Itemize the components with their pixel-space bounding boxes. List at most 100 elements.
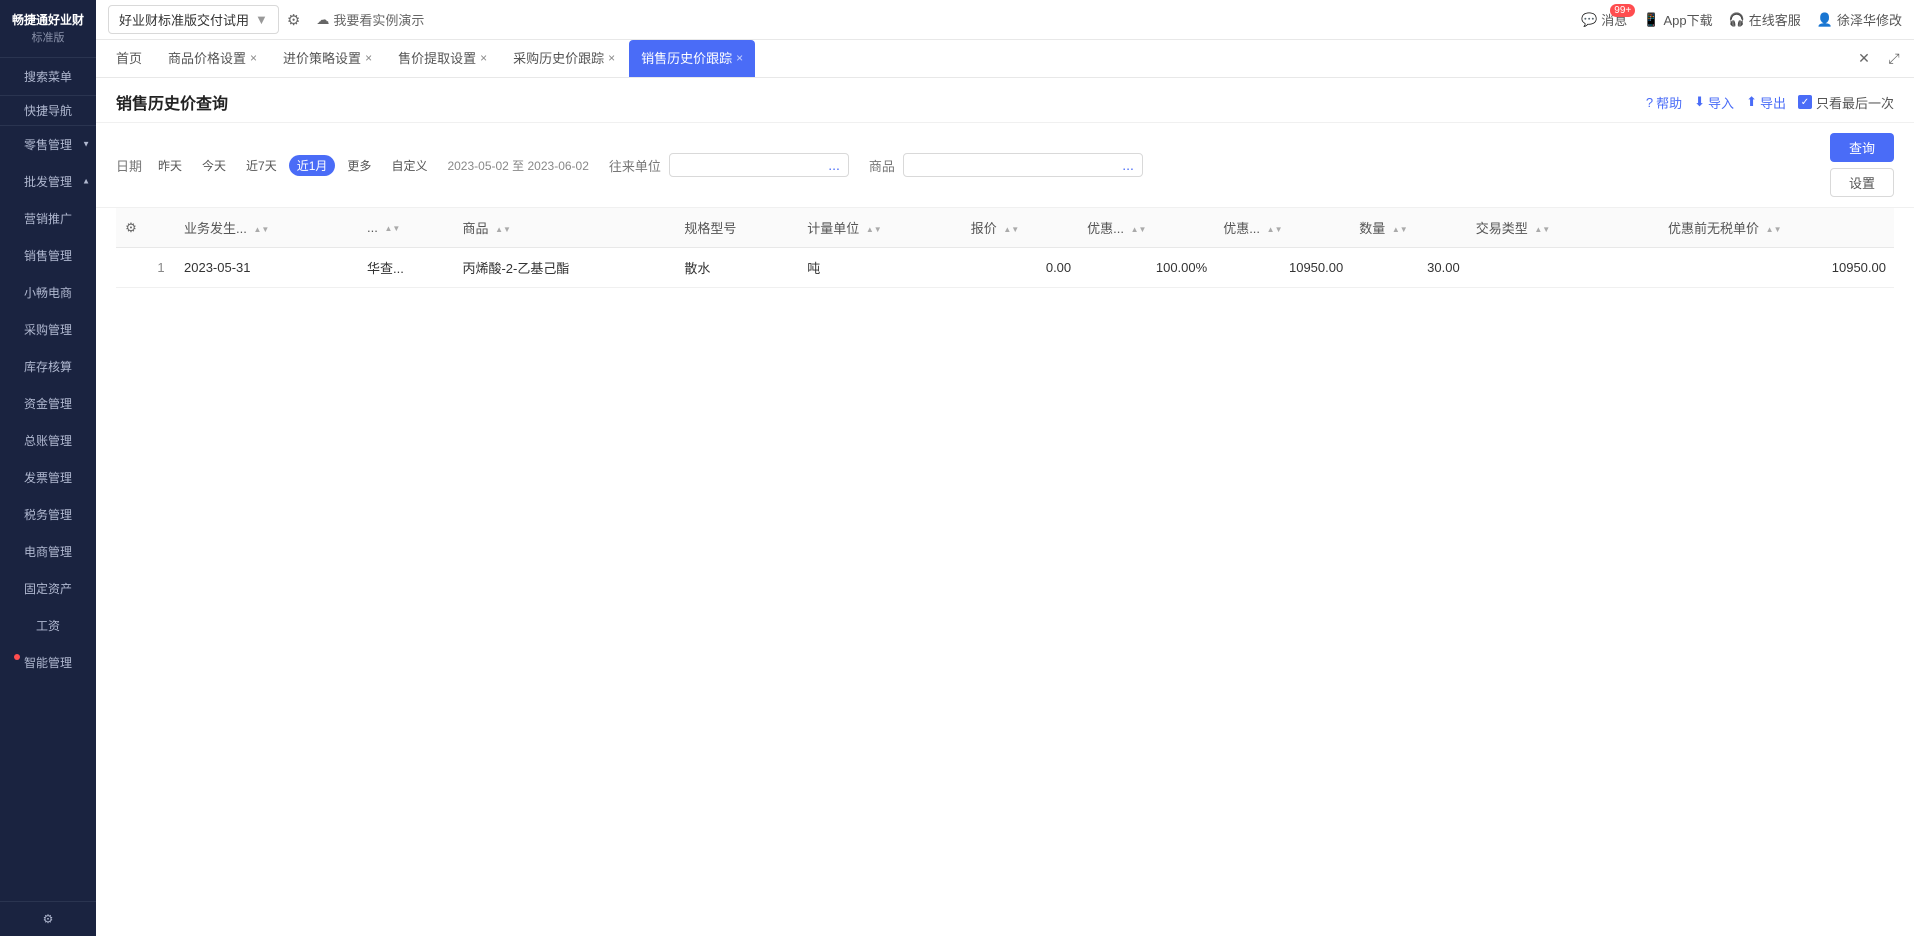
col-pretax-price[interactable]: 优惠前无税单价 ▲▼: [1660, 208, 1894, 248]
tab-close-window[interactable]: ✕: [1852, 47, 1876, 71]
col-qty[interactable]: 数量 ▲▼: [1351, 208, 1467, 248]
col-trade-type-sort-icon: ▲▼: [1534, 226, 1550, 234]
tab-sale-price-close[interactable]: ×: [480, 51, 487, 65]
col-more[interactable]: ... ▲▼: [359, 208, 454, 248]
date-options: 昨天 今天 近7天 近1月 更多 自定义: [150, 155, 435, 176]
sidebar-item-inventory-label: 库存核算: [24, 358, 72, 375]
tab-purchase-strategy-close[interactable]: ×: [365, 51, 372, 65]
sidebar-item-ecommerce-small[interactable]: 小畅电商: [0, 274, 96, 311]
smart-dot: [14, 654, 20, 660]
sidebar-item-marketing[interactable]: 营销推广: [0, 200, 96, 237]
sidebar-item-assets[interactable]: 固定资产: [0, 570, 96, 607]
col-pretax-price-sort-icon: ▲▼: [1766, 226, 1782, 234]
message-icon: 💬: [1581, 12, 1597, 28]
sidebar-item-finance[interactable]: 资金管理: [0, 385, 96, 422]
tab-sales-history-close[interactable]: ×: [736, 51, 743, 65]
col-date[interactable]: 业务发生... ▲▼: [176, 208, 359, 248]
source-unit-input[interactable]: ...: [669, 153, 849, 177]
tab-purchase-strategy-label: 进价策略设置: [283, 48, 361, 67]
settings-button[interactable]: 设置: [1830, 168, 1894, 197]
import-link[interactable]: ⬇ 导入: [1694, 93, 1734, 112]
table-gear-icon[interactable]: ⚙: [125, 220, 137, 235]
product-selector[interactable]: 好业财标准版交付试用 ▼: [108, 5, 279, 34]
col-trade-type[interactable]: 交易类型 ▲▼: [1468, 208, 1631, 248]
col-discount-amt-sort-icon: ▲▼: [1267, 226, 1283, 234]
topbar-message[interactable]: 💬 消息 99+: [1581, 10, 1627, 29]
sidebar-item-purchase[interactable]: 采购管理: [0, 311, 96, 348]
sidebar-item-retail[interactable]: 零售管理: [0, 126, 96, 163]
sidebar-item-payroll[interactable]: 工资: [0, 607, 96, 644]
tab-home-label: 首页: [116, 48, 142, 67]
col-trade-type-label: 交易类型: [1476, 221, 1528, 236]
only-last-checkbox[interactable]: ✓: [1798, 95, 1812, 109]
date-opt-yesterday[interactable]: 昨天: [150, 155, 190, 176]
date-opt-last7[interactable]: 近7天: [238, 155, 285, 176]
tab-sale-price[interactable]: 售价提取设置 ×: [386, 40, 499, 77]
sidebar-nav[interactable]: 快捷导航: [0, 96, 96, 126]
only-last-label: 只看最后一次: [1816, 93, 1894, 112]
tab-price-setting[interactable]: 商品价格设置 ×: [156, 40, 269, 77]
col-price-label: 报价: [971, 221, 997, 236]
help-link[interactable]: ? 帮助: [1646, 93, 1682, 112]
date-opt-last1m[interactable]: 近1月: [289, 155, 336, 176]
sidebar-item-finance-label: 资金管理: [24, 395, 72, 412]
tab-price-setting-close[interactable]: ×: [250, 51, 257, 65]
sidebar-item-tax[interactable]: 税务管理: [0, 496, 96, 533]
tab-home[interactable]: 首页: [104, 40, 154, 77]
query-button[interactable]: 查询: [1830, 133, 1894, 162]
online-service-label: 在线客服: [1749, 10, 1801, 29]
topbar-settings-icon[interactable]: ⚙: [287, 11, 300, 29]
sidebar-item-tax-label: 税务管理: [24, 506, 72, 523]
online-service-icon: 🎧: [1729, 12, 1745, 28]
tabbar-actions: ✕ ⤢: [1852, 47, 1906, 71]
tab-sales-history[interactable]: 销售历史价跟踪 ×: [629, 40, 755, 77]
col-discount-pct[interactable]: 优惠... ▲▼: [1079, 208, 1215, 248]
date-opt-custom[interactable]: 自定义: [383, 155, 435, 176]
col-more-sort-icon: ▲▼: [384, 225, 400, 233]
col-product[interactable]: 商品 ▲▼: [454, 208, 676, 248]
source-unit-label: 往来单位: [609, 156, 661, 175]
tab-purchase-history[interactable]: 采购历史价跟踪 ×: [501, 40, 627, 77]
sidebar-item-ecommerce[interactable]: 电商管理: [0, 533, 96, 570]
sidebar-item-smart-label: 智能管理: [24, 654, 72, 671]
date-filter-label: 日期: [116, 156, 142, 175]
col-unit-label: 计量单位: [807, 221, 859, 236]
product-filter-label: 商品: [869, 156, 895, 175]
col-qty-sort-icon: ▲▼: [1392, 226, 1408, 234]
date-opt-more[interactable]: 更多: [339, 155, 379, 176]
filter-product-group: 商品 ...: [869, 153, 1143, 177]
tab-price-setting-label: 商品价格设置: [168, 48, 246, 67]
tab-purchase-strategy[interactable]: 进价策略设置 ×: [271, 40, 384, 77]
sidebar-item-wholesale[interactable]: 批发管理: [0, 163, 96, 200]
topbar-online-service[interactable]: 🎧 在线客服: [1729, 10, 1801, 29]
sidebar-item-inventory[interactable]: 库存核算: [0, 348, 96, 385]
product-input[interactable]: ...: [903, 153, 1143, 177]
filter-source-unit-group: 往来单位 ...: [609, 153, 849, 177]
sidebar-item-invoice[interactable]: 发票管理: [0, 459, 96, 496]
topbar-app-download[interactable]: 📱 App下载: [1643, 10, 1712, 29]
sidebar-item-accounting-label: 总账管理: [24, 432, 72, 449]
row-discount-amt: 10950.00: [1215, 248, 1351, 288]
tab-maximize-window[interactable]: ⤢: [1882, 47, 1906, 71]
topbar-user[interactable]: 👤 徐泽华修改: [1817, 10, 1902, 29]
import-icon: ⬇: [1694, 94, 1705, 110]
topbar-demo[interactable]: ☁ 我要看实例演示: [316, 10, 424, 29]
source-unit-ellipsis[interactable]: ...: [828, 157, 840, 173]
date-opt-today[interactable]: 今天: [194, 155, 234, 176]
product-ellipsis[interactable]: ...: [1122, 157, 1134, 173]
tab-purchase-history-close[interactable]: ×: [608, 51, 615, 65]
col-unit[interactable]: 计量单位 ▲▼: [799, 208, 962, 248]
export-link[interactable]: ⬆ 导出: [1746, 93, 1786, 112]
row-spec: 散水: [676, 248, 799, 288]
sidebar-item-accounting[interactable]: 总账管理: [0, 422, 96, 459]
export-icon: ⬆: [1746, 94, 1757, 110]
col-price[interactable]: 报价 ▲▼: [963, 208, 1079, 248]
col-more-label: ...: [367, 220, 378, 235]
only-last-checkbox-label[interactable]: ✓ 只看最后一次: [1798, 93, 1894, 112]
sidebar-settings[interactable]: ⚙: [0, 901, 96, 936]
sidebar-search[interactable]: 搜索菜单: [0, 58, 96, 96]
sidebar-item-smart[interactable]: 智能管理: [0, 644, 96, 681]
col-discount-amt[interactable]: 优惠... ▲▼: [1215, 208, 1351, 248]
sidebar-item-sales[interactable]: 销售管理: [0, 237, 96, 274]
sidebar-item-ecommerce-label: 电商管理: [24, 543, 72, 560]
